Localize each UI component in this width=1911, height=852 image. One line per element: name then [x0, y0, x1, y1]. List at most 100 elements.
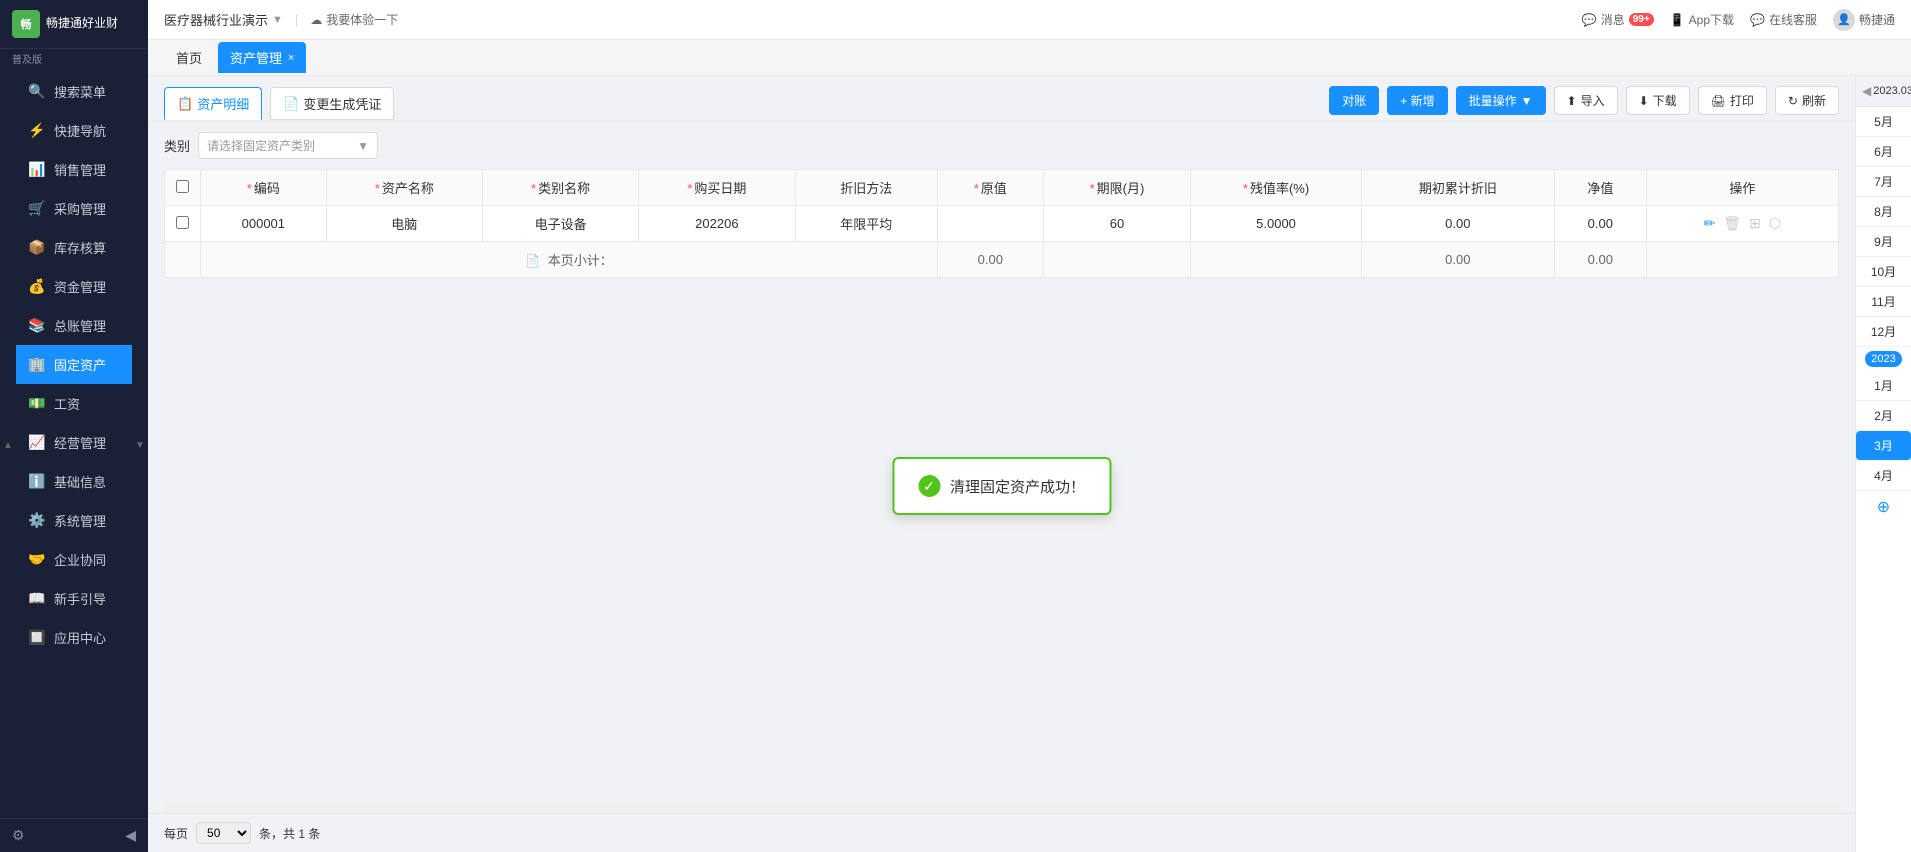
sidebar-item-system[interactable]: ⚙️ 系统管理 [16, 501, 132, 540]
calendar-month-5[interactable]: 5月 [1856, 107, 1911, 137]
table-wrap: *编码 *资产名称 *类别名称 *购买日期 折旧方法 *原值 *期限(月) *残… [148, 169, 1855, 803]
sidebar-item-search[interactable]: 🔍 搜索菜单 [16, 72, 132, 111]
sidebar-edition: 普及版 [0, 49, 148, 72]
calendar-month-4[interactable]: 4月 [1856, 461, 1911, 491]
app-download-icon: 📱 [1670, 13, 1685, 27]
settings-icon[interactable]: ⚙ [12, 827, 25, 844]
header-code: *编码 [201, 170, 327, 206]
sidebar-item-quick-nav[interactable]: ⚡ 快捷导航 [16, 111, 132, 150]
calendar-down-nav[interactable]: ⊕ [1871, 491, 1896, 523]
download-button[interactable]: ⬇ 下载 [1626, 86, 1690, 115]
row-residual-rate: 5.0000 [1191, 206, 1361, 242]
calendar-month-11[interactable]: 11月 [1856, 287, 1911, 317]
asset-table: *编码 *资产名称 *类别名称 *购买日期 折旧方法 *原值 *期限(月) *残… [164, 169, 1839, 278]
success-toast: ✓ 清理固定资产成功！ [892, 457, 1111, 515]
sidebar-item-app-center[interactable]: 🔲 应用中心 [16, 618, 132, 657]
sidebar-scroll-up[interactable]: ▲ [0, 72, 16, 818]
calendar-header: ◀ 2023.03 ▶ [1856, 76, 1911, 107]
tab-close-icon[interactable]: × [288, 52, 294, 64]
avatar-icon: 👤 [1833, 9, 1855, 31]
sidebar-item-operations[interactable]: 📈 经营管理 [16, 423, 132, 462]
calendar-month-6[interactable]: 6月 [1856, 137, 1911, 167]
company-selector[interactable]: 医疗器械行业演示 ▼ [164, 10, 283, 29]
sidebar-item-inventory[interactable]: 📦 库存核算 [16, 228, 132, 267]
enterprise-icon: 🤝 [28, 551, 46, 568]
voucher-icon: 📄 [283, 96, 299, 112]
table-header-row: *编码 *资产名称 *类别名称 *购买日期 折旧方法 *原值 *期限(月) *残… [165, 170, 1839, 206]
row-depreciation: 年限平均 [795, 206, 938, 242]
edit-icon[interactable]: ✏ [1704, 215, 1716, 232]
import-icon: ⬆ [1567, 94, 1577, 108]
calendar-month-1[interactable]: 1月 [1856, 371, 1911, 401]
toast-message: 清理固定资产成功！ [950, 476, 1085, 497]
calendar-month-2[interactable]: 2月 [1856, 401, 1911, 431]
row-checkbox[interactable] [176, 216, 189, 229]
row-name: 电脑 [326, 206, 482, 242]
filter-bar: 类别 请选择固定资产类别 ▼ [148, 122, 1855, 169]
category-placeholder: 请选择固定资产类别 [207, 137, 315, 154]
more-icon[interactable]: ⬡ [1769, 215, 1781, 232]
online-service-button[interactable]: 💬 在线客服 [1750, 11, 1817, 28]
calendar-month-9[interactable]: 9月 [1856, 227, 1911, 257]
company-name: 医疗器械行业演示 [164, 10, 268, 29]
select-chevron-icon: ▼ [357, 139, 369, 153]
select-all-checkbox[interactable] [176, 180, 189, 193]
row-original-value [938, 206, 1044, 242]
per-page-select[interactable]: 50 100 [196, 822, 251, 844]
row-accumulated: 0.00 [1361, 206, 1554, 242]
refresh-button[interactable]: ↻ 刷新 [1775, 86, 1839, 115]
collapse-icon[interactable]: ◀ [125, 827, 136, 844]
calendar-month-12[interactable]: 12月 [1856, 317, 1911, 347]
app-download-button[interactable]: 📱 App下载 [1670, 11, 1734, 28]
sidebar-item-sales[interactable]: 📊 销售管理 [16, 150, 132, 189]
download-icon: ⬇ [1639, 94, 1649, 108]
sidebar: 畅 畅捷通好业财 普及版 ▲ 🔍 搜索菜单 ⚡ 快捷导航 📊 销售管理 🛒 采购… [0, 0, 148, 852]
duizhang-button[interactable]: 对账 [1329, 86, 1379, 115]
user-profile[interactable]: 👤 畅捷通 [1833, 9, 1895, 31]
batch-ops-button[interactable]: 批量操作 ▼ [1456, 86, 1546, 115]
calendar-month-8[interactable]: 8月 [1856, 197, 1911, 227]
row-actions: ✏ 🗑 ⊞ ⬡ [1646, 206, 1838, 242]
horizontal-scrollbar[interactable] [164, 803, 1839, 813]
calendar-month-3[interactable]: 3月 [1856, 431, 1911, 461]
header-left: 医疗器械行业演示 ▼ | ☁ 我要体验一下 [164, 10, 398, 29]
sidebar-item-enterprise[interactable]: 🤝 企业协同 [16, 540, 132, 579]
message-button[interactable]: 💬 消息 99+ [1582, 11, 1654, 28]
toast-overlay: ✓ 清理固定资产成功！ [892, 457, 1111, 515]
calendar-prev[interactable]: ◀ [1860, 82, 1873, 100]
category-select[interactable]: 请选择固定资产类别 ▼ [198, 132, 378, 159]
message-icon: 💬 [1582, 13, 1597, 27]
sidebar-item-guide[interactable]: 📖 新手引导 [16, 579, 132, 618]
tab-home[interactable]: 首页 [164, 42, 214, 73]
import-button[interactable]: ⬆ 导入 [1554, 86, 1618, 115]
operations-icon: 📈 [28, 434, 46, 451]
ledger-icon: 📚 [28, 317, 46, 334]
sub-tab-voucher-gen[interactable]: 📄 变更生成凭证 [270, 87, 394, 120]
sidebar-item-funds[interactable]: 💰 资金管理 [16, 267, 132, 306]
sidebar-item-basic-info[interactable]: ℹ️ 基础信息 [16, 462, 132, 501]
experience-button[interactable]: ☁ 我要体验一下 [310, 11, 398, 28]
sub-tab-asset-list[interactable]: 📋 资产明细 [164, 87, 262, 120]
delete-icon[interactable]: 🗑 [1723, 215, 1741, 232]
sidebar-bottom: ⚙ ◀ [0, 818, 148, 852]
sidebar-item-ledger[interactable]: 📚 总账管理 [16, 306, 132, 345]
sidebar-item-fixed-assets[interactable]: 🏢 固定资产 [16, 345, 132, 384]
header-accumulated-depreciation: 期初累计折旧 [1361, 170, 1554, 206]
sidebar-item-salary[interactable]: 💵 工资 [16, 384, 132, 423]
new-button[interactable]: + 新增 [1387, 86, 1447, 115]
sidebar-item-purchase[interactable]: 🛒 采购管理 [16, 189, 132, 228]
header-category: *类别名称 [482, 170, 638, 206]
tab-asset-management[interactable]: 资产管理 × [218, 42, 306, 73]
print-button[interactable]: 🖨 打印 [1698, 86, 1767, 115]
filter-label: 类别 [164, 136, 190, 155]
total-label: 条，共 1 条 [259, 825, 320, 842]
main-area: 📋 资产明细 📄 变更生成凭证 对账 + 新增 批量操作 ▼ [148, 76, 1911, 852]
header-period: *期限(月) [1043, 170, 1191, 206]
calendar-month-10[interactable]: 10月 [1856, 257, 1911, 287]
header-name: *资产名称 [326, 170, 482, 206]
header-net-value: 净值 [1554, 170, 1646, 206]
copy-icon[interactable]: ⊞ [1749, 215, 1761, 232]
sidebar-scroll-down[interactable]: ▼ [132, 72, 148, 818]
calendar-month-7[interactable]: 7月 [1856, 167, 1911, 197]
funds-icon: 💰 [28, 278, 46, 295]
